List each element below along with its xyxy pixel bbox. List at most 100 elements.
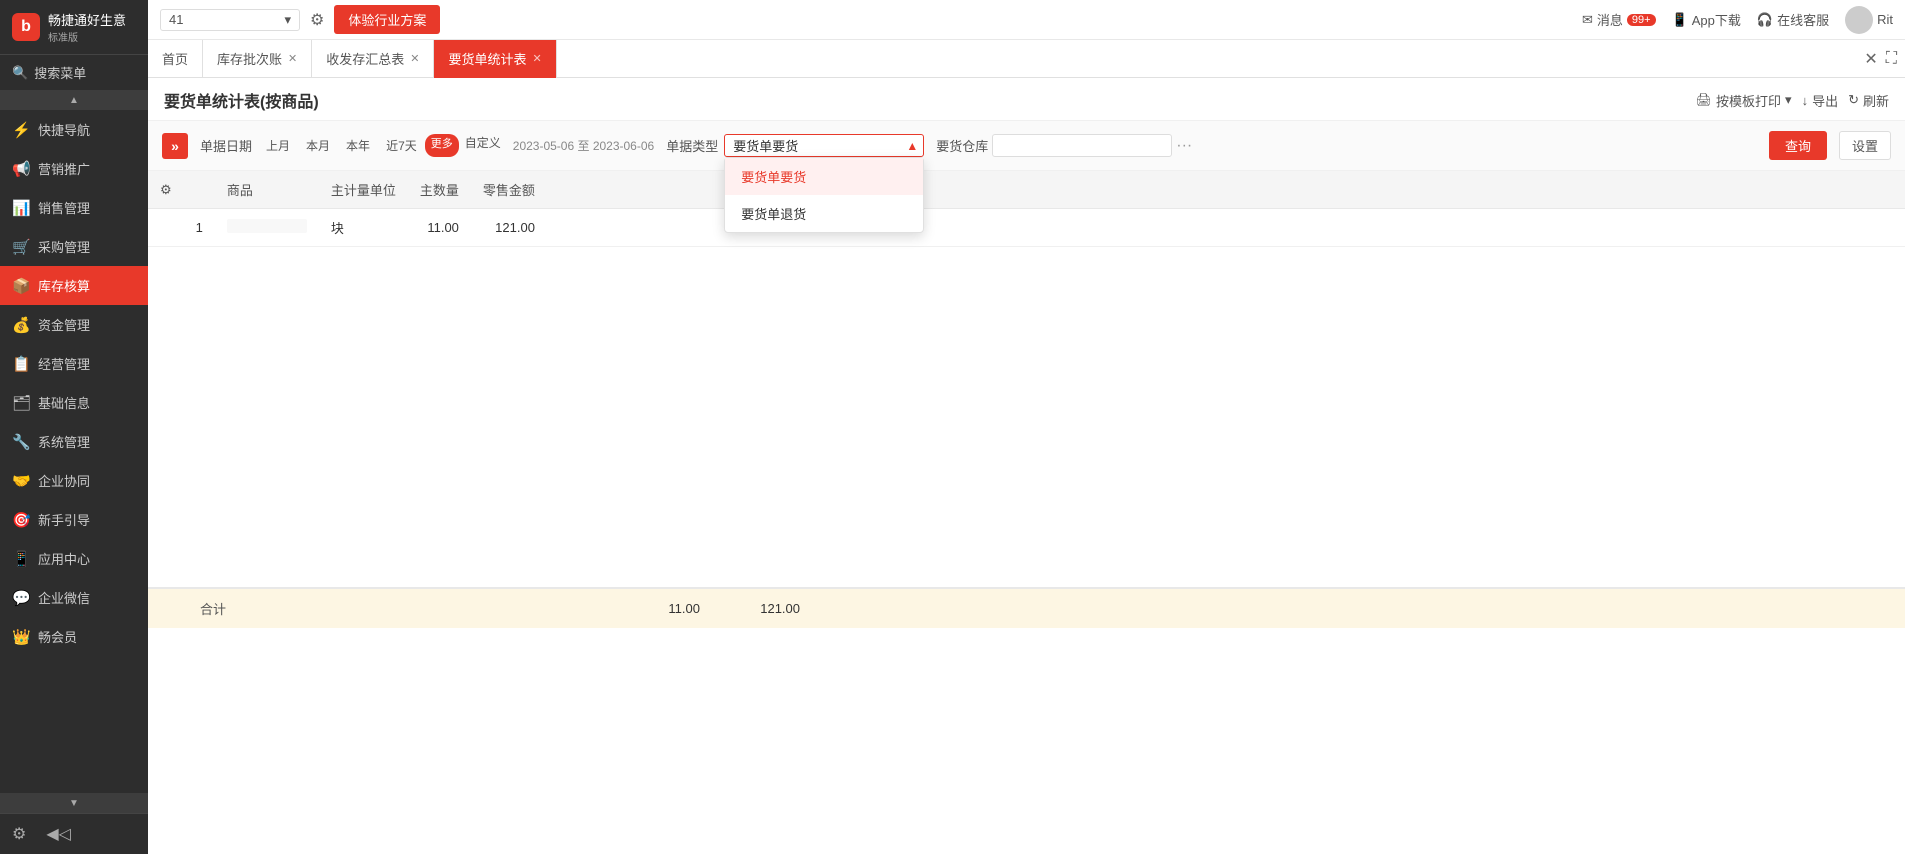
operation-icon: 📋 bbox=[12, 355, 30, 373]
search-menu[interactable]: 🔍 搜索菜单 bbox=[0, 55, 148, 90]
type-filter-label: 单据类型 bbox=[666, 136, 718, 155]
tab-sales-summary[interactable]: 收发存汇总表 ✕ bbox=[312, 40, 434, 78]
tab-close-all-icon[interactable]: ✕ bbox=[1864, 49, 1877, 69]
tab-inventory-batch[interactable]: 库存批次账 ✕ bbox=[203, 40, 312, 78]
footer-quantity: 11.00 bbox=[600, 601, 700, 616]
topbar-gear-icon[interactable]: ⚙ bbox=[310, 10, 324, 30]
tab-close-icon[interactable]: ✕ bbox=[533, 52, 542, 65]
vip-icon: 👑 bbox=[12, 628, 30, 646]
tab-home[interactable]: 首页 bbox=[148, 40, 203, 78]
type-select-input[interactable] bbox=[724, 134, 924, 157]
app-logo: b 畅捷通好生意 标准版 bbox=[0, 0, 148, 55]
date-last-month-btn[interactable]: 上月 bbox=[258, 134, 298, 157]
tab-order-stats-label: 要货单统计表 bbox=[448, 49, 526, 68]
sidebar-item-inventory[interactable]: 📦 库存核算 bbox=[0, 266, 148, 305]
type-dropdown: 要货单要货 要货单退货 bbox=[724, 157, 924, 233]
wechat-icon: 💬 bbox=[12, 589, 30, 607]
sidebar-item-guide[interactable]: 🎯 新手引导 bbox=[0, 500, 148, 539]
sidebar-item-sales[interactable]: 📊 销售管理 bbox=[0, 188, 148, 227]
tab-close-icon[interactable]: ✕ bbox=[410, 52, 419, 65]
sidebar-item-quick-nav[interactable]: ⚡ 快捷导航 bbox=[0, 110, 148, 149]
message-action[interactable]: ✉ 消息 99+ bbox=[1582, 10, 1656, 29]
cell-quantity: 11.00 bbox=[408, 209, 471, 247]
sidebar-nav: ⚡ 快捷导航 📢 营销推广 📊 销售管理 🛒 采购管理 📦 库存核算 💰 资金管… bbox=[0, 110, 148, 793]
sidebar-scroll-up[interactable]: ▲ bbox=[0, 90, 148, 110]
sidebar-item-finance[interactable]: 💰 资金管理 bbox=[0, 305, 148, 344]
settings-button[interactable]: 设置 bbox=[1839, 131, 1891, 160]
sidebar-item-label: 基础信息 bbox=[38, 393, 90, 412]
refresh-action[interactable]: ↻ 刷新 bbox=[1848, 91, 1889, 110]
sidebar-item-system[interactable]: 🔧 系统管理 bbox=[0, 422, 148, 461]
table-row: 1 块 11.00 121.00 bbox=[148, 209, 1905, 247]
filter-row: » 单据日期 上月 本月 本年 近7天 更多 自定义 2023-05-06 至 … bbox=[148, 121, 1905, 171]
tabbar-right: ✕ ⛶ bbox=[1864, 49, 1905, 69]
dropdown-item-purchase-return[interactable]: 要货单退货 bbox=[725, 195, 923, 232]
sidebar-item-label: 销售管理 bbox=[38, 198, 90, 217]
col-settings[interactable]: ⚙ bbox=[148, 171, 184, 209]
system-icon: 🔧 bbox=[12, 433, 30, 451]
col-quantity: 主数量 bbox=[408, 171, 471, 209]
table-footer: 合计 11.00 121.00 bbox=[148, 587, 1905, 628]
tab-expand-icon[interactable]: ⛶ bbox=[1886, 50, 1897, 68]
sidebar-item-basic[interactable]: 🗂 基础信息 bbox=[0, 383, 148, 422]
sidebar-item-wechat[interactable]: 💬 企业微信 bbox=[0, 578, 148, 617]
collapse-icon[interactable]: ◀◁ bbox=[46, 824, 71, 844]
date-last-7days-btn[interactable]: 近7天 bbox=[378, 134, 425, 157]
warehouse-input[interactable] bbox=[992, 134, 1172, 157]
col-amount: 零售金额 bbox=[471, 171, 547, 209]
data-table: ⚙ 商品 主计量单位 主数量 零售金额 1 bbox=[148, 171, 1905, 247]
cell-amount: 121.00 bbox=[471, 209, 547, 247]
date-custom-btn[interactable]: 自定义 bbox=[465, 134, 501, 157]
sidebar-item-label: 企业协同 bbox=[38, 471, 90, 490]
page-actions: 🖨 按模板打印 ▾ ↓ 导出 ↻ 刷新 bbox=[1696, 91, 1890, 110]
sidebar-item-cooperation[interactable]: 🤝 企业协同 bbox=[0, 461, 148, 500]
print-action[interactable]: 🖨 按模板打印 ▾ bbox=[1696, 91, 1792, 110]
filter-expand-button[interactable]: » bbox=[162, 133, 188, 159]
sidebar-bottom: ⚙ ◀◁ bbox=[0, 813, 148, 854]
logo-icon: b bbox=[12, 13, 40, 41]
filter-more-icon[interactable]: ··· bbox=[1176, 137, 1192, 155]
date-more-badge[interactable]: 更多 bbox=[425, 134, 459, 157]
type-filter-section: 单据类型 ▲ 要货单要货 要货单退货 bbox=[666, 134, 924, 157]
service-icon: 🎧 bbox=[1757, 12, 1773, 28]
company-selector[interactable]: 41 ▾ bbox=[160, 9, 300, 31]
sidebar-item-apps[interactable]: 📱 应用中心 bbox=[0, 539, 148, 578]
dropdown-item-label: 要货单要货 bbox=[741, 170, 806, 185]
cell-settings bbox=[148, 209, 184, 247]
footer-label: 合计 bbox=[160, 599, 600, 618]
product-placeholder bbox=[227, 219, 307, 233]
export-action[interactable]: ↓ 导出 bbox=[1802, 91, 1839, 110]
settings-icon[interactable]: ⚙ bbox=[12, 824, 26, 844]
sidebar-item-vip[interactable]: 👑 畅会员 bbox=[0, 617, 148, 656]
sidebar-item-label: 库存核算 bbox=[38, 276, 90, 295]
search-icon: 🔍 bbox=[12, 65, 28, 81]
user-avatar bbox=[1845, 6, 1873, 34]
tabbar: 首页 库存批次账 ✕ 收发存汇总表 ✕ 要货单统计表 ✕ ✕ ⛶ bbox=[148, 40, 1905, 78]
purchase-icon: 🛒 bbox=[12, 238, 30, 256]
sidebar-item-label: 采购管理 bbox=[38, 237, 90, 256]
sidebar-item-operation[interactable]: 📋 经营管理 bbox=[0, 344, 148, 383]
app-download-action[interactable]: 📱 App下载 bbox=[1672, 10, 1741, 29]
user-name: Rit bbox=[1877, 12, 1893, 27]
online-service-label: 在线客服 bbox=[1777, 10, 1829, 29]
date-this-month-btn[interactable]: 本月 bbox=[298, 134, 338, 157]
sidebar-scroll-down[interactable]: ▼ bbox=[0, 793, 148, 813]
online-service-action[interactable]: 🎧 在线客服 bbox=[1757, 10, 1829, 29]
date-this-year-btn[interactable]: 本年 bbox=[338, 134, 378, 157]
sidebar-item-label: 畅会员 bbox=[38, 627, 77, 646]
inventory-icon: 📦 bbox=[12, 277, 30, 295]
warehouse-filter-label: 要货仓库 bbox=[936, 136, 988, 155]
trial-button[interactable]: 体验行业方案 bbox=[334, 5, 440, 34]
apps-icon: 📱 bbox=[12, 550, 30, 568]
query-button[interactable]: 查询 bbox=[1769, 131, 1827, 160]
page-title: 要货单统计表(按商品) bbox=[164, 88, 319, 112]
user-action[interactable]: Rit bbox=[1845, 6, 1893, 34]
logo-text-group: 畅捷通好生意 标准版 bbox=[48, 10, 126, 44]
sidebar-item-purchase[interactable]: 🛒 采购管理 bbox=[0, 227, 148, 266]
tab-close-icon[interactable]: ✕ bbox=[288, 52, 297, 65]
sidebar-item-marketing[interactable]: 📢 营销推广 bbox=[0, 149, 148, 188]
tab-order-stats[interactable]: 要货单统计表 ✕ bbox=[434, 40, 556, 78]
sales-icon: 📊 bbox=[12, 199, 30, 217]
search-menu-label: 搜索菜单 bbox=[34, 63, 86, 82]
dropdown-item-purchase-order[interactable]: 要货单要货 bbox=[725, 158, 923, 195]
